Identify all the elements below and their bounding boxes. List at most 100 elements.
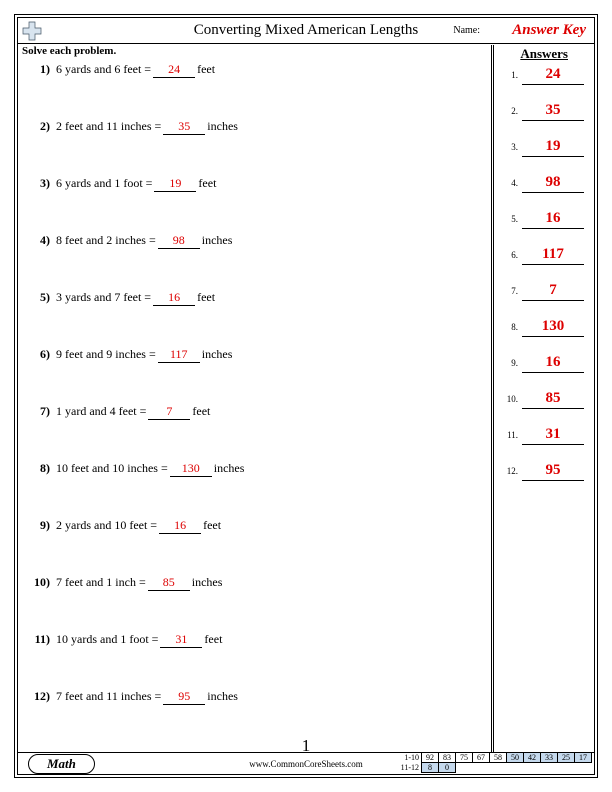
separator-line xyxy=(493,45,494,752)
answer-row: 10.85 xyxy=(500,390,584,409)
problem-number: 8) xyxy=(24,461,50,476)
answer-blank: 24 xyxy=(153,62,195,78)
problem-row: 9) 2 yards and 10 feet = 16 feet xyxy=(24,518,484,534)
problem-number: 4) xyxy=(24,233,50,248)
answer-row: 12.95 xyxy=(500,462,584,481)
problem-after: inches xyxy=(202,347,233,362)
problem-before: 6 yards and 1 foot = xyxy=(56,176,152,191)
problem-row: 11) 10 yards and 1 foot = 31 feet xyxy=(24,632,484,648)
answer-row: 6.117 xyxy=(500,246,584,265)
page-outer-border: Converting Mixed American Lengths Name: … xyxy=(14,14,598,778)
answer-blank: 130 xyxy=(170,461,212,477)
answer-blank: 31 xyxy=(160,632,202,648)
problem-after: feet xyxy=(197,62,215,77)
score-grid: 1-10 92 83 75 67 58 50 42 33 25 17 xyxy=(398,752,593,773)
score-cell: 8 xyxy=(422,763,439,773)
problem-number: 6) xyxy=(24,347,50,362)
answer-row: 2.35 xyxy=(500,102,584,121)
instruction-text: Solve each problem. xyxy=(22,45,116,57)
score-label: 11-12 xyxy=(398,763,422,773)
answer-value: 85 xyxy=(522,390,584,409)
problem-text: 2 yards and 10 feet = 16 feet xyxy=(56,518,221,534)
problem-number: 5) xyxy=(24,290,50,305)
problem-text: 3 yards and 7 feet = 16 feet xyxy=(56,290,215,306)
answer-row: 5.16 xyxy=(500,210,584,229)
problem-before: 7 feet and 1 inch = xyxy=(56,575,146,590)
answer-number: 12. xyxy=(500,466,518,476)
page-inner-border: Converting Mixed American Lengths Name: … xyxy=(17,17,595,775)
problem-before: 10 feet and 10 inches = xyxy=(56,461,168,476)
problem-text: 1 yard and 4 feet = 7 feet xyxy=(56,404,210,420)
answer-row: 1.24 xyxy=(500,66,584,85)
problem-row: 12) 7 feet and 11 inches = 95 inches xyxy=(24,689,484,705)
answer-value: 7 xyxy=(522,282,584,301)
answer-blank: 98 xyxy=(158,233,200,249)
worksheet-footer: Math www.CommonCoreSheets.com 1-10 92 83… xyxy=(18,752,594,774)
problem-after: inches xyxy=(192,575,223,590)
name-label: Name: xyxy=(453,25,480,36)
worksheet-header: Converting Mixed American Lengths Name: … xyxy=(18,18,594,44)
score-label: 1-10 xyxy=(398,753,422,763)
problem-before: 1 yard and 4 feet = xyxy=(56,404,146,419)
answer-blank: 19 xyxy=(154,176,196,192)
problem-text: 6 yards and 1 foot = 19 feet xyxy=(56,176,216,192)
problem-before: 9 feet and 9 inches = xyxy=(56,347,156,362)
answer-blank: 85 xyxy=(148,575,190,591)
score-cell: 17 xyxy=(575,753,592,763)
answer-key-label: Answer Key xyxy=(512,22,586,39)
answer-number: 5. xyxy=(500,214,518,224)
worksheet-title: Converting Mixed American Lengths xyxy=(18,22,594,39)
answer-blank: 35 xyxy=(163,119,205,135)
problem-after: inches xyxy=(202,233,233,248)
problem-text: 8 feet and 2 inches = 98 inches xyxy=(56,233,232,249)
answer-row: 9.16 xyxy=(500,354,584,373)
problem-before: 3 yards and 7 feet = xyxy=(56,290,151,305)
problem-after: feet xyxy=(204,632,222,647)
problem-number: 1) xyxy=(24,62,50,77)
answer-number: 6. xyxy=(500,250,518,260)
problem-before: 8 feet and 2 inches = xyxy=(56,233,156,248)
problem-after: feet xyxy=(192,404,210,419)
problem-number: 12) xyxy=(24,689,50,704)
answer-value: 16 xyxy=(522,354,584,373)
problem-text: 7 feet and 1 inch = 85 inches xyxy=(56,575,222,591)
problem-after: inches xyxy=(207,119,238,134)
score-cell: 0 xyxy=(439,763,456,773)
answers-column-title: Answers xyxy=(520,46,568,62)
score-cell: 92 xyxy=(422,753,439,763)
answer-value: 24 xyxy=(522,66,584,85)
problem-after: inches xyxy=(207,689,238,704)
problem-before: 6 yards and 6 feet = xyxy=(56,62,151,77)
problem-number: 10) xyxy=(24,575,50,590)
answer-blank: 16 xyxy=(159,518,201,534)
problem-row: 7) 1 yard and 4 feet = 7 feet xyxy=(24,404,484,420)
problem-number: 9) xyxy=(24,518,50,533)
score-cell: 33 xyxy=(541,753,558,763)
problem-before: 7 feet and 11 inches = xyxy=(56,689,161,704)
problem-row: 6) 9 feet and 9 inches = 117 inches xyxy=(24,347,484,363)
score-cell: 67 xyxy=(473,753,490,763)
page-content: Converting Mixed American Lengths Name: … xyxy=(18,18,594,774)
answer-blank: 16 xyxy=(153,290,195,306)
problem-after: feet xyxy=(197,290,215,305)
answer-value: 19 xyxy=(522,138,584,157)
answer-number: 11. xyxy=(500,430,518,440)
problem-text: 10 yards and 1 foot = 31 feet xyxy=(56,632,222,648)
answer-value: 16 xyxy=(522,210,584,229)
answer-row: 8.130 xyxy=(500,318,584,337)
problem-after: inches xyxy=(214,461,245,476)
answer-number: 9. xyxy=(500,358,518,368)
score-cell: 50 xyxy=(507,753,524,763)
problem-text: 6 yards and 6 feet = 24 feet xyxy=(56,62,215,78)
problem-number: 3) xyxy=(24,176,50,191)
answer-number: 4. xyxy=(500,178,518,188)
answer-row: 3.19 xyxy=(500,138,584,157)
problem-number: 2) xyxy=(24,119,50,134)
problem-before: 2 yards and 10 feet = xyxy=(56,518,157,533)
answer-number: 7. xyxy=(500,286,518,296)
answer-number: 1. xyxy=(500,70,518,80)
problem-row: 8) 10 feet and 10 inches = 130 inches xyxy=(24,461,484,477)
separator-line-2 xyxy=(491,45,492,752)
answer-number: 2. xyxy=(500,106,518,116)
problem-number: 11) xyxy=(24,632,50,647)
